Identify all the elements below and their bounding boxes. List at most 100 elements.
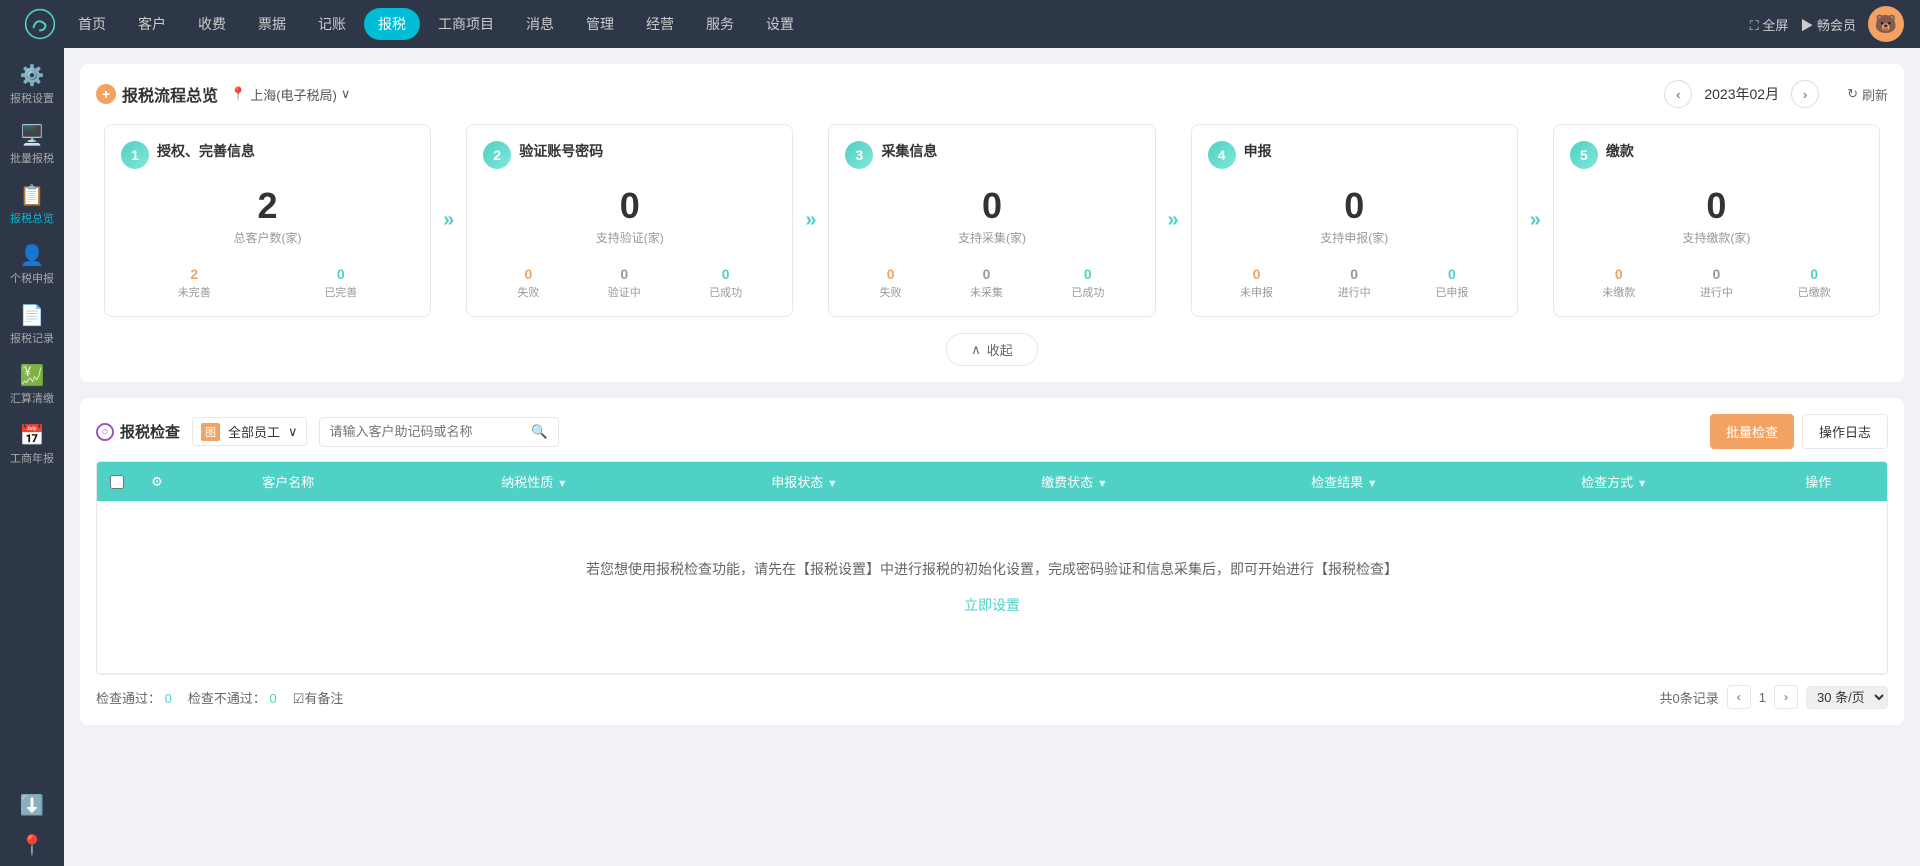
fail-label: 检查不通过： 0 — [188, 688, 277, 707]
step-3-label: 支持采集(家) — [845, 229, 1138, 246]
check-table-container: ⚙ 客户名称 纳税性质 ▼ 申报状态 ▼ 缴费状态 — [96, 461, 1888, 675]
nav-accounting[interactable]: 记账 — [304, 8, 360, 40]
step-2-header: 2 验证账号密码 — [483, 141, 776, 177]
sidebar-item-personal-tax[interactable]: 👤 个税申报 — [0, 236, 64, 296]
col-payment-status[interactable]: 缴费状态 ▼ — [939, 462, 1209, 501]
collapse-row: ∧ 收起 — [96, 333, 1888, 366]
sidebar-item-tax-overview[interactable]: 📋 报税总览 — [0, 176, 64, 236]
step-1-header: 1 授权、完善信息 — [121, 141, 414, 177]
sidebar-bottom: ⬇️ 📍 — [16, 786, 49, 866]
nav-commerce[interactable]: 工商项目 — [424, 8, 508, 40]
step-5-name: 缴款 — [1606, 141, 1634, 161]
nav-manage[interactable]: 管理 — [572, 8, 628, 40]
step-3-body: 0 支持采集(家) — [845, 177, 1138, 254]
step-1-body: 2 总客户数(家) — [121, 177, 414, 254]
next-month-button[interactable]: › — [1791, 80, 1819, 108]
search-button[interactable]: 🔍 — [521, 418, 558, 446]
nav-invoice[interactable]: 票据 — [244, 8, 300, 40]
sidebar-item-location[interactable]: 📍 — [16, 826, 49, 866]
sidebar-item-annual-settlement[interactable]: 💹 汇算清缴 — [0, 356, 64, 416]
month-display: 2023年02月 — [1704, 84, 1779, 104]
per-page-select[interactable]: 30 条/页 — [1806, 686, 1888, 709]
note-label: ☑有备注 — [293, 688, 344, 707]
employee-select[interactable]: 图 全部员工 ∨ — [192, 417, 307, 446]
annual-report-icon: 📅 — [20, 426, 45, 446]
sidebar-item-batch-tax[interactable]: 🖥️ 批量报税 — [0, 116, 64, 176]
tax-nature-filter-icon: ▼ — [557, 478, 568, 490]
col-customer-name[interactable]: 客户名称 — [177, 462, 399, 501]
batch-check-button[interactable]: 批量检查 — [1710, 414, 1794, 449]
check-section: ○ 报税检查 图 全部员工 ∨ 🔍 批量检查 操作日志 — [80, 398, 1904, 725]
step-3-name: 采集信息 — [881, 141, 937, 161]
prev-page-button[interactable]: ‹ — [1727, 685, 1751, 709]
nav-home[interactable]: 首页 — [64, 8, 120, 40]
nav-message[interactable]: 消息 — [512, 8, 568, 40]
chevron-up-icon: ∧ — [971, 342, 981, 358]
tax-record-icon: 📄 — [20, 306, 45, 326]
step-5-stat-0: 0 未缴款 — [1602, 266, 1635, 300]
col-tax-nature[interactable]: 纳税性质 ▼ — [399, 462, 669, 501]
search-box[interactable]: 🔍 — [319, 417, 559, 447]
table-footer: 检查通过： 0 检查不通过： 0 ☑有备注 共0条记录 ‹ 1 › 30 条/页 — [96, 675, 1888, 709]
sidebar-item-tax-settings[interactable]: ⚙️ 报税设置 — [0, 56, 64, 116]
nav-service[interactable]: 服务 — [692, 8, 748, 40]
operation-log-button[interactable]: 操作日志 — [1802, 414, 1888, 449]
sidebar-item-download[interactable]: ⬇️ — [16, 786, 49, 826]
location-badge[interactable]: 📍 上海(电子税局) ∨ — [230, 85, 350, 104]
sidebar-item-annual-report[interactable]: 📅 工商年报 — [0, 416, 64, 476]
refresh-button[interactable]: ↻ 刷新 — [1847, 85, 1888, 104]
col-declaration-status[interactable]: 申报状态 ▼ — [669, 462, 939, 501]
step-1-label: 总客户数(家) — [121, 229, 414, 246]
col-check-method[interactable]: 检查方式 ▼ — [1479, 462, 1749, 501]
prev-month-button[interactable]: ‹ — [1664, 80, 1692, 108]
step-1-stats: 2 未完善 0 已完善 — [121, 266, 414, 300]
fail-count[interactable]: 0 — [270, 691, 277, 706]
member-button[interactable]: ▶ 畅会员 — [1800, 15, 1856, 34]
step-4-stats: 0 未申报 0 进行中 0 已申报 — [1208, 266, 1501, 300]
step-3-count: 0 — [845, 185, 1138, 227]
step-4-number: 4 — [1208, 141, 1236, 169]
step-5-stat-1: 0 进行中 — [1700, 266, 1733, 300]
step-5-body: 0 支持缴款(家) — [1570, 177, 1863, 254]
overview-section: + 报税流程总览 📍 上海(电子税局) ∨ ‹ 2023年02月 › ↻ 刷新 — [80, 64, 1904, 382]
select-all-checkbox[interactable] — [110, 475, 124, 489]
step-5-header: 5 缴款 — [1570, 141, 1863, 177]
step-1-name: 授权、完善信息 — [157, 141, 255, 161]
nav-settings[interactable]: 设置 — [752, 8, 808, 40]
nav-customer[interactable]: 客户 — [124, 8, 180, 40]
fullscreen-button[interactable]: ⛶ 全屏 — [1750, 15, 1789, 34]
nav-operation[interactable]: 经营 — [632, 8, 688, 40]
arrow-sep-2: » — [801, 124, 820, 317]
setting-link[interactable]: 立即设置 — [964, 597, 1020, 613]
step-2-count: 0 — [483, 185, 776, 227]
sidebar: ⚙️ 报税设置 🖥️ 批量报税 📋 报税总览 👤 个税申报 📄 报税记录 💹 汇… — [0, 48, 64, 866]
step-4-stat-2: 0 已申报 — [1435, 266, 1468, 300]
step-5-count: 0 — [1570, 185, 1863, 227]
nav-tax[interactable]: 报税 — [364, 8, 420, 40]
total-records: 共0条记录 — [1660, 688, 1719, 707]
app-logo — [16, 8, 64, 40]
next-page-button[interactable]: › — [1774, 685, 1798, 709]
footer-left: 检查通过： 0 检查不通过： 0 ☑有备注 — [96, 688, 343, 707]
arrow-sep-3: » — [1164, 124, 1183, 317]
nav-menu: 首页 客户 收费 票据 记账 报税 工商项目 消息 管理 经营 服务 设置 — [64, 8, 1750, 40]
empty-message: 若您想使用报税检查功能，请先在【报税设置】中进行报税的初始化设置，完成密码验证和… — [121, 559, 1863, 579]
step-2-label: 支持验证(家) — [483, 229, 776, 246]
step-4-stat-0: 0 未申报 — [1240, 266, 1273, 300]
settings-header: ⚙ — [137, 462, 177, 501]
check-title-icon: ○ — [96, 423, 114, 441]
sidebar-item-tax-record[interactable]: 📄 报税记录 — [0, 296, 64, 356]
pass-count[interactable]: 0 — [165, 691, 172, 706]
select-all-header[interactable] — [97, 462, 137, 501]
step-2-number: 2 — [483, 141, 511, 169]
search-input[interactable] — [320, 418, 521, 445]
check-header: ○ 报税检查 图 全部员工 ∨ 🔍 批量检查 操作日志 — [96, 414, 1888, 449]
overview-title: + 报税流程总览 — [96, 82, 218, 106]
step-1-stat-0: 2 未完善 — [178, 266, 211, 300]
nav-fee[interactable]: 收费 — [184, 8, 240, 40]
collapse-button[interactable]: ∧ 收起 — [946, 333, 1038, 366]
col-check-result[interactable]: 检查结果 ▼ — [1209, 462, 1479, 501]
footer-right: 共0条记录 ‹ 1 › 30 条/页 — [1660, 685, 1888, 709]
check-table-header: ⚙ 客户名称 纳税性质 ▼ 申报状态 ▼ 缴费状态 — [97, 462, 1887, 501]
step-3-header: 3 采集信息 — [845, 141, 1138, 177]
